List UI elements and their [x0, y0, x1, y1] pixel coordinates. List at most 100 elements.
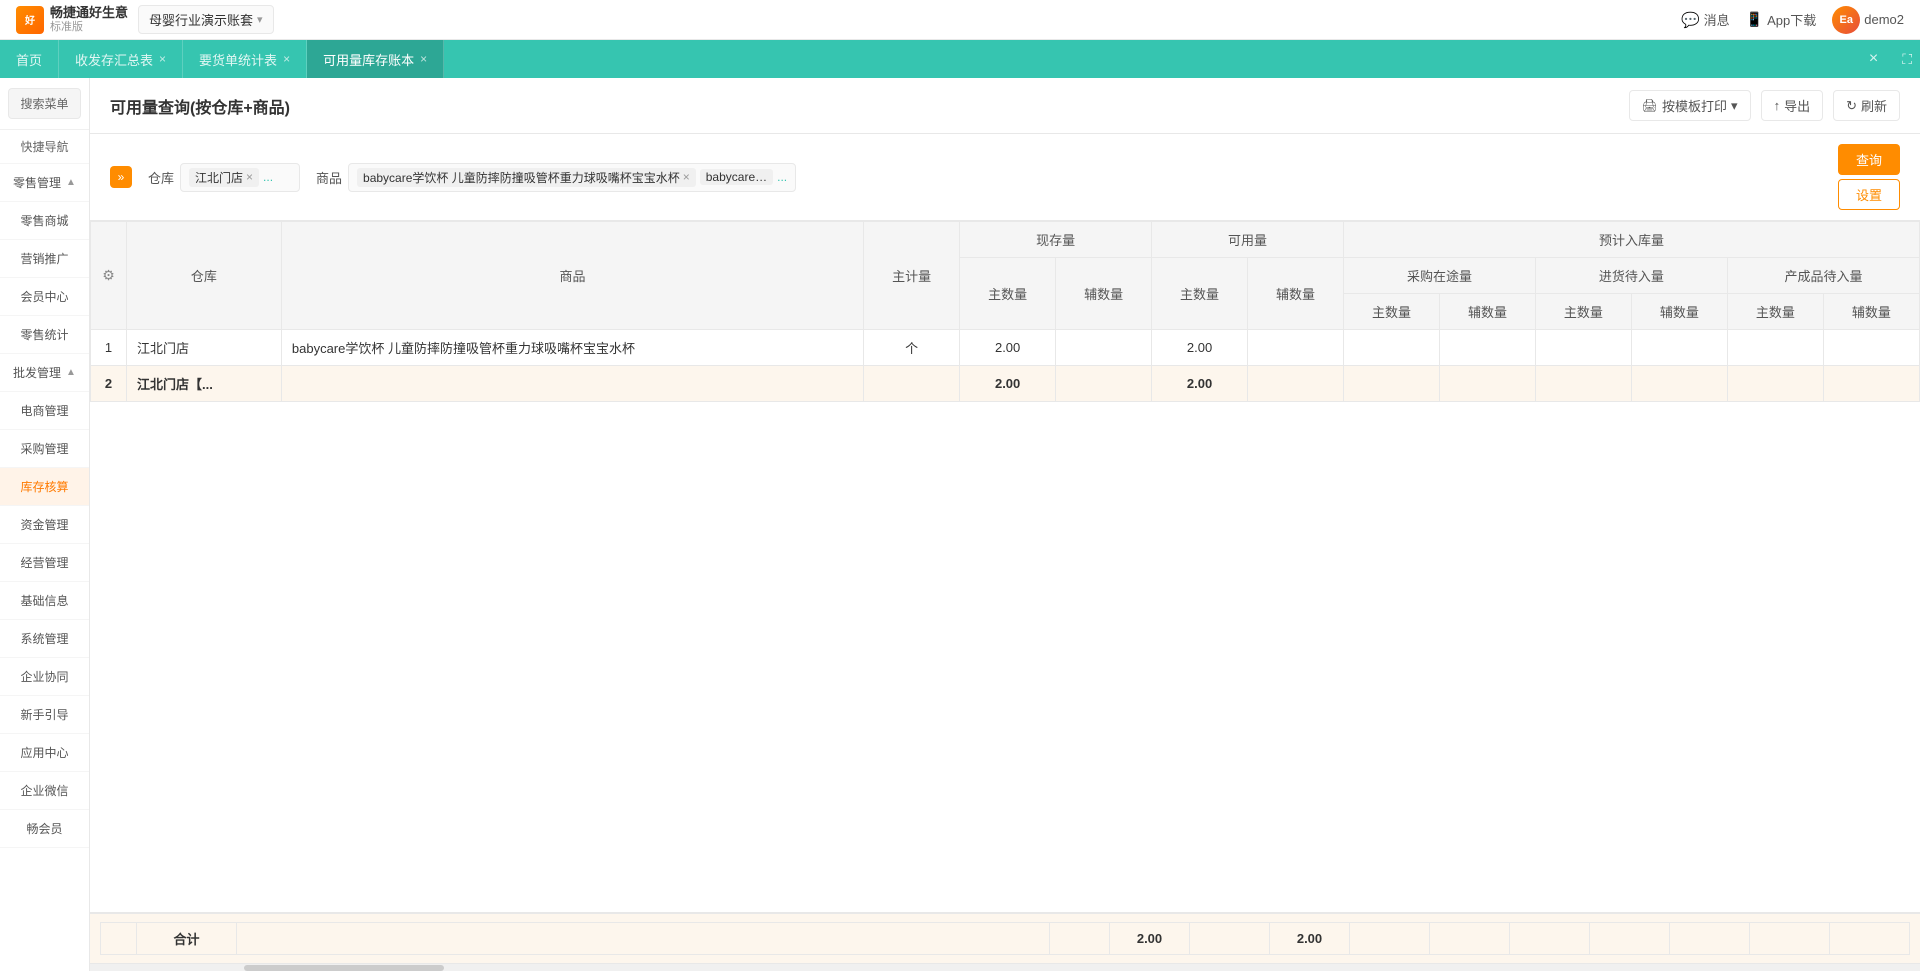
product-more[interactable]: ... — [777, 170, 787, 184]
product-tag-1: babycare学饮杯 儿童防摔防撞吸管杯重力球吸嘴杯宝宝水杯 × — [357, 168, 696, 187]
footer-prod-aux — [1830, 923, 1910, 955]
tab-receive-summary[interactable]: 收发存汇总表 × — [59, 40, 183, 78]
col-purch-transit-aux: 辅数量 — [1439, 294, 1535, 330]
filter-bar: » 仓库 江北门店 × ... 商品 babycare学饮杯 儿童防摔防撞吸管杯… — [90, 134, 1920, 221]
col-current-stock: 现存量 — [960, 222, 1152, 258]
query-button[interactable]: 查询 — [1838, 144, 1900, 175]
product-tag1-remove[interactable]: × — [683, 170, 690, 184]
sidebar-item-app-center[interactable]: 应用中心 — [0, 734, 89, 772]
message-icon: 💬 — [1681, 11, 1700, 29]
row1-prod-pend-main — [1727, 330, 1823, 366]
message-button[interactable]: 💬 消息 — [1681, 10, 1730, 29]
top-bar-left: 好 畅捷通好生意 标准版 母婴行业演示账套 ▾ — [16, 5, 274, 34]
row2-inbound-aux — [1631, 366, 1727, 402]
row2-purch-trans-main — [1344, 366, 1440, 402]
user-profile[interactable]: Ea demo2 — [1832, 6, 1904, 34]
org-selector[interactable]: 母婴行业演示账套 ▾ — [138, 5, 274, 34]
col-available: 可用量 — [1152, 222, 1344, 258]
sidebar-item-purchase-mgmt[interactable]: 采购管理 — [0, 430, 89, 468]
row2-unit — [864, 366, 960, 402]
sidebar-item-wholesale-mgmt[interactable]: 批发管理 ▲ — [0, 354, 89, 392]
footer-inbound-main — [1590, 923, 1670, 955]
col-purchase-transit: 采购在途量 — [1344, 258, 1536, 294]
col-purch-pend-aux: 辅数量 — [1631, 294, 1727, 330]
col-warehouse: 仓库 — [127, 222, 282, 330]
col-product-pending: 产成品待入量 — [1727, 258, 1919, 294]
row1-unit: 个 — [864, 330, 960, 366]
product-filter: 商品 babycare学饮杯 儿童防摔防撞吸管杯重力球吸嘴杯宝宝水杯 × bab… — [316, 163, 796, 192]
row1-no: 1 — [91, 330, 127, 366]
row1-warehouse: 江北门店 — [127, 330, 282, 366]
warehouse-tag: 江北门店 × — [189, 168, 259, 187]
sidebar-item-ecommerce[interactable]: 电商管理 — [0, 392, 89, 430]
col-main-unit: 主计量 — [864, 222, 960, 330]
sidebar-search-area: 搜索菜单 — [0, 78, 89, 130]
app-download-icon: 📱 — [1746, 11, 1763, 28]
row1-stock-aux — [1056, 330, 1152, 366]
expand-filter-button[interactable]: » — [110, 166, 132, 188]
sidebar-item-member-plus[interactable]: 畅会员 — [0, 810, 89, 848]
close-all-tabs[interactable]: × — [1857, 40, 1890, 78]
sidebar-item-enterprise-wechat[interactable]: 企业微信 — [0, 772, 89, 810]
top-bar-right: 💬 消息 📱 App下载 Ea demo2 — [1681, 6, 1904, 34]
sidebar-item-inventory[interactable]: 库存核算 — [0, 468, 89, 506]
sidebar-item-marketing[interactable]: 营销推广 — [0, 240, 89, 278]
scroll-thumb[interactable] — [244, 965, 444, 971]
product-input[interactable]: babycare学饮杯 儿童防摔防撞吸管杯重力球吸嘴杯宝宝水杯 × babyca… — [348, 163, 796, 192]
row2-purch-trans-aux — [1439, 366, 1535, 402]
tab-order-label: 要货单统计表 — [199, 50, 277, 69]
table-row: 2 江北门店【... 2.00 2.00 — [91, 366, 1920, 402]
tab-receive-label: 收发存汇总表 — [75, 50, 153, 69]
refresh-icon: ↻ — [1846, 98, 1857, 114]
warehouse-tag-remove[interactable]: × — [246, 170, 253, 184]
row2-stock-aux — [1056, 366, 1152, 402]
row1-inbound-main — [1535, 330, 1631, 366]
sidebar-item-guide[interactable]: 新手引导 — [0, 696, 89, 734]
app-download-button[interactable]: 📱 App下载 — [1746, 10, 1817, 29]
col-product: 商品 — [281, 222, 863, 330]
sidebar-item-enterprise-collab[interactable]: 企业协同 — [0, 658, 89, 696]
page-title: 可用量查询(按仓库+商品) — [110, 94, 290, 118]
sidebar-item-quick-nav[interactable]: 快捷导航 — [0, 130, 89, 164]
sidebar-item-retail-mall[interactable]: 零售商城 — [0, 202, 89, 240]
warehouse-more[interactable]: ... — [263, 170, 273, 184]
export-button[interactable]: ↑ 导出 — [1761, 90, 1824, 121]
horizontal-scrollbar[interactable] — [90, 963, 1920, 971]
setting-button[interactable]: 设置 — [1838, 179, 1900, 210]
sidebar-item-member-center[interactable]: 会员中心 — [0, 278, 89, 316]
page-actions: 🖨 按模板打印 ▾ ↑ 导出 ↻ 刷新 — [1629, 90, 1901, 121]
sidebar-item-finance[interactable]: 资金管理 — [0, 506, 89, 544]
warehouse-filter: 仓库 江北门店 × ... — [148, 163, 300, 192]
search-menu-button[interactable]: 搜索菜单 — [8, 88, 81, 119]
warehouse-input[interactable]: 江北门店 × ... — [180, 163, 300, 192]
footer-avail-aux — [1350, 923, 1430, 955]
row2-warehouse: 江北门店【... — [127, 366, 282, 402]
footer-stock-main: 2.00 — [1110, 923, 1190, 955]
row2-avail-main: 2.00 — [1152, 366, 1248, 402]
tab-available-close[interactable]: × — [420, 52, 427, 66]
column-settings-icon[interactable]: ⚙ — [102, 267, 115, 283]
logo-text: 畅捷通好生意 标准版 — [50, 5, 128, 34]
sidebar-item-retail-stats[interactable]: 零售统计 — [0, 316, 89, 354]
print-icon: 🖨 — [1642, 98, 1659, 114]
tab-home[interactable]: 首页 — [0, 40, 59, 78]
print-arrow-icon: ▾ — [1731, 98, 1738, 114]
sidebar-item-retail-mgmt[interactable]: 零售管理 ▲ — [0, 164, 89, 202]
sidebar-item-system-mgmt[interactable]: 系统管理 — [0, 620, 89, 658]
row2-avail-aux — [1248, 366, 1344, 402]
sidebar-item-basic-info[interactable]: 基础信息 — [0, 582, 89, 620]
col-settings: ⚙ — [91, 222, 127, 330]
tab-order-stats[interactable]: 要货单统计表 × — [183, 40, 307, 78]
refresh-button[interactable]: ↻ 刷新 — [1833, 90, 1900, 121]
sidebar: 搜索菜单 快捷导航 零售管理 ▲ 零售商城 营销推广 会员中心 零售统计 批发管… — [0, 78, 90, 971]
col-planned-inbound: 预计入库量 — [1344, 222, 1920, 258]
maximize-button[interactable]: ⛶ — [1894, 40, 1920, 78]
logo-area: 好 畅捷通好生意 标准版 — [16, 5, 128, 34]
col-prod-pend-main: 主数量 — [1727, 294, 1823, 330]
tab-order-close[interactable]: × — [283, 52, 290, 66]
tab-receive-close[interactable]: × — [159, 52, 166, 66]
tab-available-stock[interactable]: 可用量库存账本 × — [307, 40, 444, 78]
col-stock-main: 主数量 — [960, 258, 1056, 330]
sidebar-item-operations[interactable]: 经营管理 — [0, 544, 89, 582]
print-button[interactable]: 🖨 按模板打印 ▾ — [1629, 90, 1751, 121]
